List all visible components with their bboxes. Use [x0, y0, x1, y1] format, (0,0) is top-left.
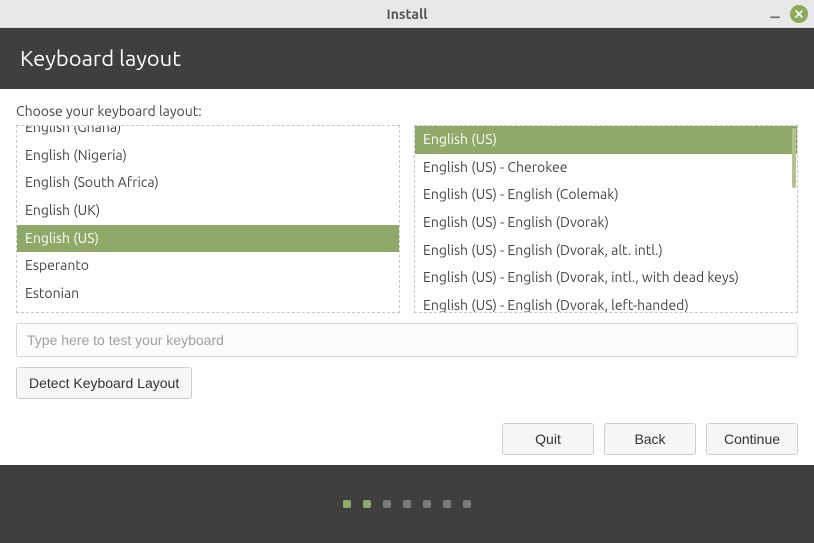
layout-item[interactable]: Esperanto — [17, 252, 399, 280]
prompt-label: Choose your keyboard layout: — [16, 103, 798, 119]
scrollbar[interactable] — [791, 126, 797, 312]
layout-item[interactable]: Faroese — [17, 308, 399, 312]
layout-item[interactable]: English (US) — [17, 225, 399, 253]
window-actions — [766, 0, 808, 28]
quit-button[interactable]: Quit — [502, 423, 594, 455]
layout-item[interactable]: English (South Africa) — [17, 169, 399, 197]
continue-button[interactable]: Continue — [706, 423, 798, 455]
variant-item[interactable]: English (US) - English (Dvorak, intl., w… — [415, 264, 797, 292]
page-header: Keyboard layout — [0, 28, 814, 89]
window-title: Install — [0, 6, 814, 22]
detect-keyboard-button[interactable]: Detect Keyboard Layout — [16, 367, 192, 399]
layout-item[interactable]: English (Ghana) — [17, 126, 399, 142]
layout-item[interactable]: Estonian — [17, 280, 399, 308]
layout-list-right[interactable]: English (US)English (US) - CherokeeEngli… — [414, 125, 798, 313]
layout-lists: English (Ghana)English (Nigeria)English … — [16, 125, 798, 313]
nav-buttons: Quit Back Continue — [16, 401, 798, 455]
progress-dot — [463, 500, 471, 508]
content-area: Choose your keyboard layout: English (Gh… — [0, 89, 814, 465]
scroll-thumb[interactable] — [792, 128, 796, 188]
progress-dot — [443, 500, 451, 508]
variant-item[interactable]: English (US) - English (Colemak) — [415, 181, 797, 209]
progress-dot — [363, 500, 371, 508]
layout-item[interactable]: English (Nigeria) — [17, 142, 399, 170]
variant-item[interactable]: English (US) — [415, 126, 797, 154]
variant-item[interactable]: English (US) - English (Dvorak, alt. int… — [415, 237, 797, 265]
progress-dot — [403, 500, 411, 508]
progress-dot — [383, 500, 391, 508]
layout-item[interactable]: English (UK) — [17, 197, 399, 225]
layout-list-left[interactable]: English (Ghana)English (Nigeria)English … — [16, 125, 400, 313]
window-titlebar: Install — [0, 0, 814, 28]
keyboard-test-input[interactable] — [16, 323, 798, 357]
back-button[interactable]: Back — [604, 423, 696, 455]
variant-item[interactable]: English (US) - English (Dvorak, left-han… — [415, 292, 797, 312]
variant-item[interactable]: English (US) - Cherokee — [415, 154, 797, 182]
progress-dot — [343, 500, 351, 508]
progress-footer — [0, 465, 814, 543]
progress-dot — [423, 500, 431, 508]
minimize-button[interactable] — [766, 5, 784, 23]
page-title: Keyboard layout — [20, 46, 794, 71]
close-button[interactable] — [790, 5, 808, 23]
variant-item[interactable]: English (US) - English (Dvorak) — [415, 209, 797, 237]
